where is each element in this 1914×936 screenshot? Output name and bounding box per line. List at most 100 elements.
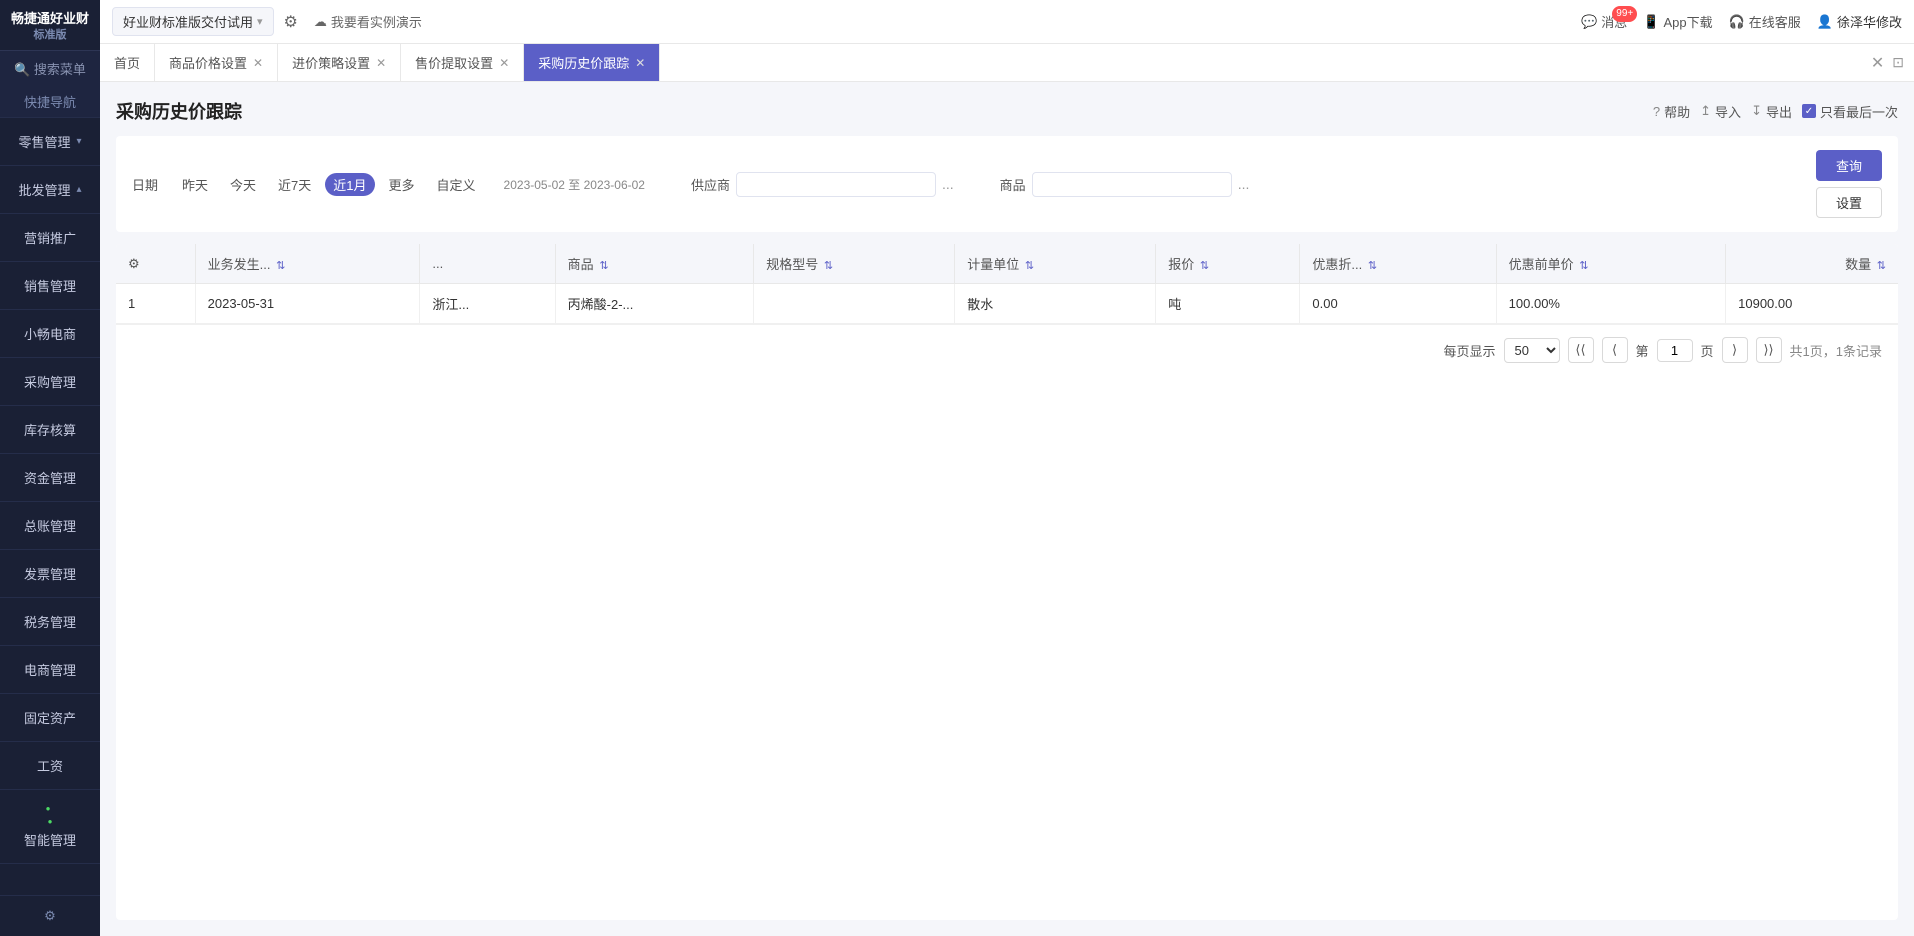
cell-date: 2023-05-31 — [195, 284, 420, 324]
sidebar-item-salary[interactable]: 工资 — [0, 742, 100, 790]
col-price[interactable]: 报价 ⇅ — [1156, 244, 1300, 284]
sidebar-item-label-marketing: 营销推广 — [24, 228, 76, 247]
page-actions: ? 帮助 ↥ 导入 ↧ 导出 ✓ 只看最后一次 — [1653, 102, 1898, 121]
app-version: 标准版 — [8, 28, 92, 43]
export-label: 导出 — [1766, 102, 1792, 121]
close-icon[interactable]: ✕ — [253, 56, 263, 70]
page-label: 第 — [1636, 341, 1649, 360]
col-ellipsis-label: ... — [432, 256, 443, 271]
online-service-label: 在线客服 — [1749, 12, 1801, 31]
supplier-ellipsis[interactable]: ... — [942, 176, 954, 192]
col-spec-label: 规格型号 — [766, 257, 818, 272]
sidebar-item-label-ecommerce-small: 小畅电商 — [24, 324, 76, 343]
filter-bar: 日期 昨天 今天 近7天 近1月 更多 自定义 2023-05-02 至 202… — [116, 136, 1898, 232]
tab-sale-price-label: 售价提取设置 — [415, 53, 493, 72]
last-only-checkbox[interactable]: ✓ 只看最后一次 — [1802, 102, 1898, 121]
topbar: 好业财标准版交付试用 ▾ ⚙ ☁ 我要看实例演示 💬 消息 99+ 📱 App下… — [100, 0, 1914, 44]
sidebar-item-tax[interactable]: 税务管理 — [0, 598, 100, 646]
sidebar-item-assets[interactable]: 固定资产 — [0, 694, 100, 742]
app-download-btn[interactable]: 📱 App下载 — [1643, 12, 1712, 31]
topbar-settings-icon[interactable]: ⚙ — [284, 12, 298, 32]
close-icon[interactable]: ✕ — [499, 56, 509, 70]
tab-home[interactable]: 首页 — [100, 44, 155, 81]
col-discount[interactable]: 优惠折... ⇅ — [1300, 244, 1496, 284]
sidebar-item-ecommerce-small[interactable]: 小畅电商 — [0, 310, 100, 358]
date-option-custom[interactable]: 自定义 — [429, 173, 484, 196]
col-price-label: 报价 — [1168, 257, 1194, 272]
col-unit[interactable]: 计量单位 ⇅ — [955, 244, 1156, 284]
query-button[interactable]: 查询 — [1816, 150, 1882, 181]
first-page-btn[interactable]: ⟨⟨ — [1568, 337, 1594, 363]
date-option-yesterday[interactable]: 昨天 — [174, 173, 216, 196]
version-selector[interactable]: 好业财标准版交付试用 ▾ — [112, 7, 274, 36]
col-quantity-label: 数量 — [1845, 257, 1871, 272]
help-btn[interactable]: ? 帮助 — [1653, 102, 1690, 121]
tab-price[interactable]: 商品价格设置 ✕ — [155, 44, 278, 81]
import-icon: ↥ — [1700, 103, 1711, 119]
sidebar-item-invoice[interactable]: 发票管理 — [0, 550, 100, 598]
sidebar-item-retail[interactable]: 零售管理 ▾ — [0, 118, 100, 166]
sidebar-item-purchase[interactable]: 采购管理 — [0, 358, 100, 406]
tab-purchase-strategy[interactable]: 进价策略设置 ✕ — [278, 44, 401, 81]
online-service-btn[interactable]: 🎧 在线客服 — [1729, 12, 1801, 31]
content: 采购历史价跟踪 ? 帮助 ↥ 导入 ↧ 导出 ✓ 只看最后一次 — [100, 82, 1914, 936]
sidebar-item-label-retail: 零售管理 — [18, 132, 70, 151]
tab-sale-price[interactable]: 售价提取设置 ✕ — [401, 44, 524, 81]
demo-btn[interactable]: ☁ 我要看实例演示 — [314, 12, 422, 31]
tab-price-label: 商品价格设置 — [169, 53, 247, 72]
col-gear[interactable]: ⚙ — [116, 244, 195, 284]
cell-discount: 100.00% — [1496, 284, 1725, 324]
supplier-input[interactable] — [736, 172, 936, 197]
col-ellipsis[interactable]: ... — [420, 244, 555, 284]
user-info[interactable]: 👤 徐泽华修改 — [1817, 12, 1902, 31]
sidebar-item-ecommerce[interactable]: 电商管理 — [0, 646, 100, 694]
cell-price-unit: 吨 — [1156, 284, 1300, 324]
product-ellipsis[interactable]: ... — [1238, 176, 1250, 192]
col-spec[interactable]: 规格型号 ⇅ — [754, 244, 955, 284]
sidebar-quick-nav[interactable]: 快捷导航 — [0, 86, 100, 118]
sidebar-item-finance[interactable]: 资金管理 — [0, 454, 100, 502]
sidebar-item-wholesale[interactable]: 批发管理 ▴ — [0, 166, 100, 214]
filter-settings-button[interactable]: 设置 — [1816, 187, 1882, 218]
tabs-expand-icon[interactable]: ⊡ — [1892, 54, 1904, 71]
tab-history-price[interactable]: 采购历史价跟踪 ✕ — [524, 44, 660, 81]
app-download-label: App下载 — [1663, 12, 1712, 31]
import-btn[interactable]: ↥ 导入 — [1700, 102, 1741, 121]
close-icon[interactable]: ✕ — [635, 56, 645, 70]
tabs-close-icon[interactable]: ✕ — [1871, 53, 1884, 73]
version-selector-label: 好业财标准版交付试用 — [123, 12, 253, 31]
message-btn[interactable]: 💬 消息 99+ — [1581, 12, 1627, 31]
product-filter-label: 商品 — [1000, 175, 1026, 194]
page-input[interactable] — [1657, 339, 1693, 362]
sidebar-item-label-invoice: 发票管理 — [24, 564, 76, 583]
sidebar-search[interactable]: 🔍 搜索菜单 — [0, 51, 100, 86]
next-page-btn[interactable]: ⟩ — [1722, 337, 1748, 363]
col-date[interactable]: 业务发生... ⇅ — [195, 244, 420, 284]
sidebar-item-marketing[interactable]: 营销推广 — [0, 214, 100, 262]
product-input[interactable] — [1032, 172, 1232, 197]
tab-purchase-strategy-label: 进价策略设置 — [292, 53, 370, 72]
date-option-today[interactable]: 今天 — [222, 173, 264, 196]
sort-icon: ⇅ — [1025, 260, 1034, 272]
date-option-1month[interactable]: 近1月 — [325, 173, 374, 196]
per-page-label: 每页显示 — [1443, 341, 1495, 360]
sidebar-item-smart[interactable]: ● 智能管理 — [0, 790, 100, 864]
sidebar-item-inventory[interactable]: 库存核算 — [0, 406, 100, 454]
table-header-row: ⚙ 业务发生... ⇅ ... 商品 ⇅ 规格型号 — [116, 244, 1898, 284]
export-btn[interactable]: ↧ 导出 — [1751, 102, 1792, 121]
col-quantity[interactable]: 数量 ⇅ — [1726, 244, 1898, 284]
close-icon[interactable]: ✕ — [376, 56, 386, 70]
date-option-more[interactable]: 更多 — [381, 173, 423, 196]
table-row[interactable]: 1 2023-05-31 浙江... 丙烯酸-2-... 散水 吨 0.00 1… — [116, 284, 1898, 324]
demo-icon: ☁ — [314, 14, 327, 30]
per-page-select[interactable]: 50 20 100 — [1504, 338, 1560, 363]
col-pre-price[interactable]: 优惠前单价 ⇅ — [1496, 244, 1725, 284]
date-option-7days[interactable]: 近7天 — [270, 173, 319, 196]
last-page-btn[interactable]: ⟩⟩ — [1756, 337, 1782, 363]
sidebar-item-sales[interactable]: 销售管理 — [0, 262, 100, 310]
sidebar-item-ledger[interactable]: 总账管理 — [0, 502, 100, 550]
sidebar-settings-btn[interactable]: ⚙ — [0, 895, 100, 936]
col-unit-label: 计量单位 — [967, 257, 1019, 272]
prev-page-btn[interactable]: ⟨ — [1602, 337, 1628, 363]
col-product[interactable]: 商品 ⇅ — [555, 244, 754, 284]
